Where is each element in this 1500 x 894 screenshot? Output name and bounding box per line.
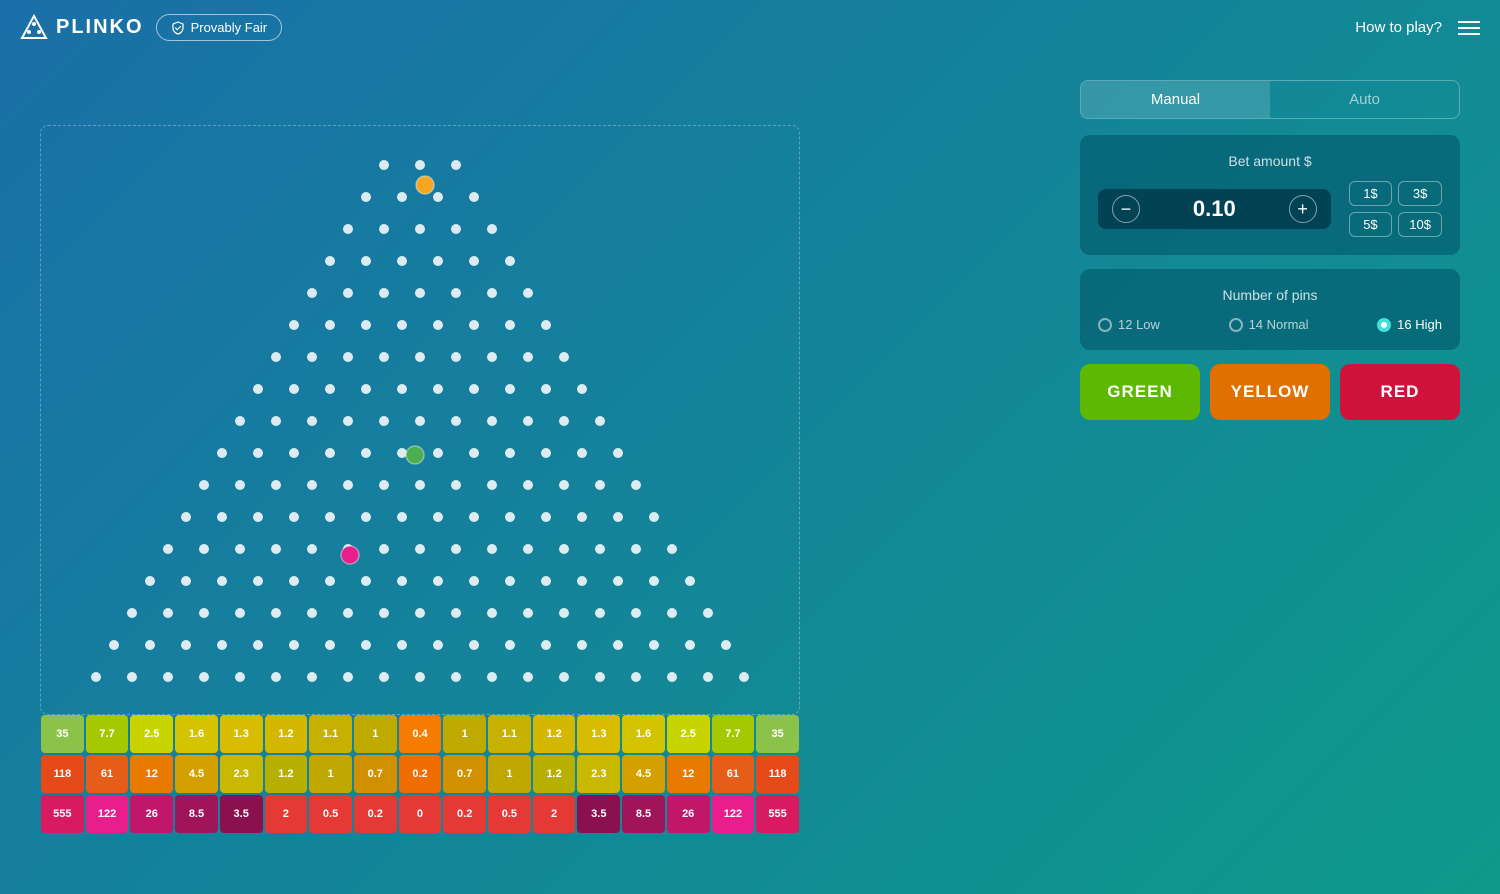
score-cell: 0.2 xyxy=(399,755,442,793)
score-cell: 555 xyxy=(41,795,84,833)
score-row-3: 555122268.53.520.50.200.20.523.58.526122… xyxy=(40,795,800,833)
score-cell: 26 xyxy=(667,795,710,833)
score-cell: 2.3 xyxy=(220,755,263,793)
preset-5[interactable]: 5$ xyxy=(1349,212,1393,237)
header-left: PLINKO Provably Fair xyxy=(20,14,282,42)
tab-manual[interactable]: Manual xyxy=(1081,81,1270,118)
green-button[interactable]: GREEN xyxy=(1080,364,1200,420)
radio-16-high xyxy=(1377,318,1391,332)
yellow-button[interactable]: YELLOW xyxy=(1210,364,1330,420)
score-cell: 2 xyxy=(533,795,576,833)
pin-14-normal[interactable]: 14 Normal xyxy=(1229,317,1309,332)
score-cell: 2.5 xyxy=(667,715,710,753)
tab-auto[interactable]: Auto xyxy=(1270,81,1459,118)
score-cell: 12 xyxy=(667,755,710,793)
bet-presets: 1$ 3$ 5$ 10$ xyxy=(1349,181,1442,237)
score-cell: 1.1 xyxy=(488,715,531,753)
score-cell: 1.2 xyxy=(533,715,576,753)
preset-3[interactable]: 3$ xyxy=(1398,181,1442,206)
pin-16-high[interactable]: 16 High xyxy=(1377,317,1442,332)
pins-label: Number of pins xyxy=(1098,287,1442,303)
score-cell: 0.7 xyxy=(354,755,397,793)
score-cell: 7.7 xyxy=(712,715,755,753)
score-cell: 0.5 xyxy=(309,795,352,833)
score-cell: 122 xyxy=(712,795,755,833)
bet-input-area: − 0.10 + xyxy=(1098,189,1331,229)
score-cell: 61 xyxy=(712,755,755,793)
score-cell: 2.3 xyxy=(577,755,620,793)
score-cell: 1.2 xyxy=(265,755,308,793)
score-cell: 35 xyxy=(41,715,84,753)
score-row-2: 11861124.52.31.210.70.20.711.22.34.51261… xyxy=(40,755,800,793)
score-cell: 1.2 xyxy=(265,715,308,753)
bet-value: 0.10 xyxy=(1150,196,1279,222)
provably-fair-button[interactable]: Provably Fair xyxy=(156,14,283,41)
score-cell: 1.6 xyxy=(622,715,665,753)
mode-tabs: Manual Auto xyxy=(1080,80,1460,119)
score-cell: 1 xyxy=(443,715,486,753)
score-cell: 0.7 xyxy=(443,755,486,793)
score-cell: 1 xyxy=(309,755,352,793)
preset-1[interactable]: 1$ xyxy=(1349,181,1393,206)
score-cell: 8.5 xyxy=(175,795,218,833)
score-cell: 555 xyxy=(756,795,799,833)
radio-12-low xyxy=(1098,318,1112,332)
score-cell: 8.5 xyxy=(622,795,665,833)
menu-icon[interactable] xyxy=(1458,21,1480,35)
score-cell: 0.4 xyxy=(399,715,442,753)
bet-increase-button[interactable]: + xyxy=(1289,195,1317,223)
bet-card: Bet amount $ − 0.10 + 1$ 3$ 5$ 10$ xyxy=(1080,135,1460,255)
score-cell: 1.3 xyxy=(577,715,620,753)
score-cell: 26 xyxy=(130,795,173,833)
pin-12-low[interactable]: 12 Low xyxy=(1098,317,1160,332)
score-cell: 2.5 xyxy=(130,715,173,753)
bet-label: Bet amount $ xyxy=(1098,153,1442,169)
score-cell: 0 xyxy=(399,795,442,833)
score-rows: 357.72.51.61.31.21.110.411.11.21.31.62.5… xyxy=(40,715,800,835)
score-cell: 4.5 xyxy=(622,755,665,793)
header: PLINKO Provably Fair How to play? xyxy=(0,0,1500,55)
plinko-board: // We'll place dots programmatically via… xyxy=(40,125,800,715)
score-cell: 4.5 xyxy=(175,755,218,793)
score-cell: 118 xyxy=(756,755,799,793)
score-cell: 118 xyxy=(41,755,84,793)
score-cell: 0.5 xyxy=(488,795,531,833)
score-cell: 3.5 xyxy=(220,795,263,833)
score-cell: 3.5 xyxy=(577,795,620,833)
score-cell: 1 xyxy=(354,715,397,753)
preset-10[interactable]: 10$ xyxy=(1398,212,1442,237)
color-buttons: GREEN YELLOW RED xyxy=(1080,364,1460,420)
score-cell: 2 xyxy=(265,795,308,833)
pins-card: Number of pins 12 Low 14 Normal 16 High xyxy=(1080,269,1460,350)
pins-options: 12 Low 14 Normal 16 High xyxy=(1098,317,1442,332)
shield-icon xyxy=(171,21,185,35)
score-cell: 1.3 xyxy=(220,715,263,753)
how-to-play-link[interactable]: How to play? xyxy=(1355,19,1442,36)
score-cell: 12 xyxy=(130,755,173,793)
score-cell: 122 xyxy=(86,795,129,833)
score-cell: 0.2 xyxy=(354,795,397,833)
red-button[interactable]: RED xyxy=(1340,364,1460,420)
radio-14-normal xyxy=(1229,318,1243,332)
score-cell: 1 xyxy=(488,755,531,793)
score-cell: 1.2 xyxy=(533,755,576,793)
score-cell: 7.7 xyxy=(86,715,129,753)
score-row-1: 357.72.51.61.31.21.110.411.11.21.31.62.5… xyxy=(40,715,800,753)
score-cell: 1.6 xyxy=(175,715,218,753)
logo: PLINKO xyxy=(20,14,144,42)
score-cell: 1.1 xyxy=(309,715,352,753)
score-cell: 61 xyxy=(86,755,129,793)
bet-decrease-button[interactable]: − xyxy=(1112,195,1140,223)
score-cell: 35 xyxy=(756,715,799,753)
game-area: // We'll place dots programmatically via… xyxy=(40,55,840,875)
score-cell: 0.2 xyxy=(443,795,486,833)
right-panel: Manual Auto Bet amount $ − 0.10 + 1$ 3$ … xyxy=(1080,80,1460,420)
bet-controls: − 0.10 + 1$ 3$ 5$ 10$ xyxy=(1098,181,1442,237)
logo-icon xyxy=(20,14,48,42)
header-right: How to play? xyxy=(1355,19,1480,36)
